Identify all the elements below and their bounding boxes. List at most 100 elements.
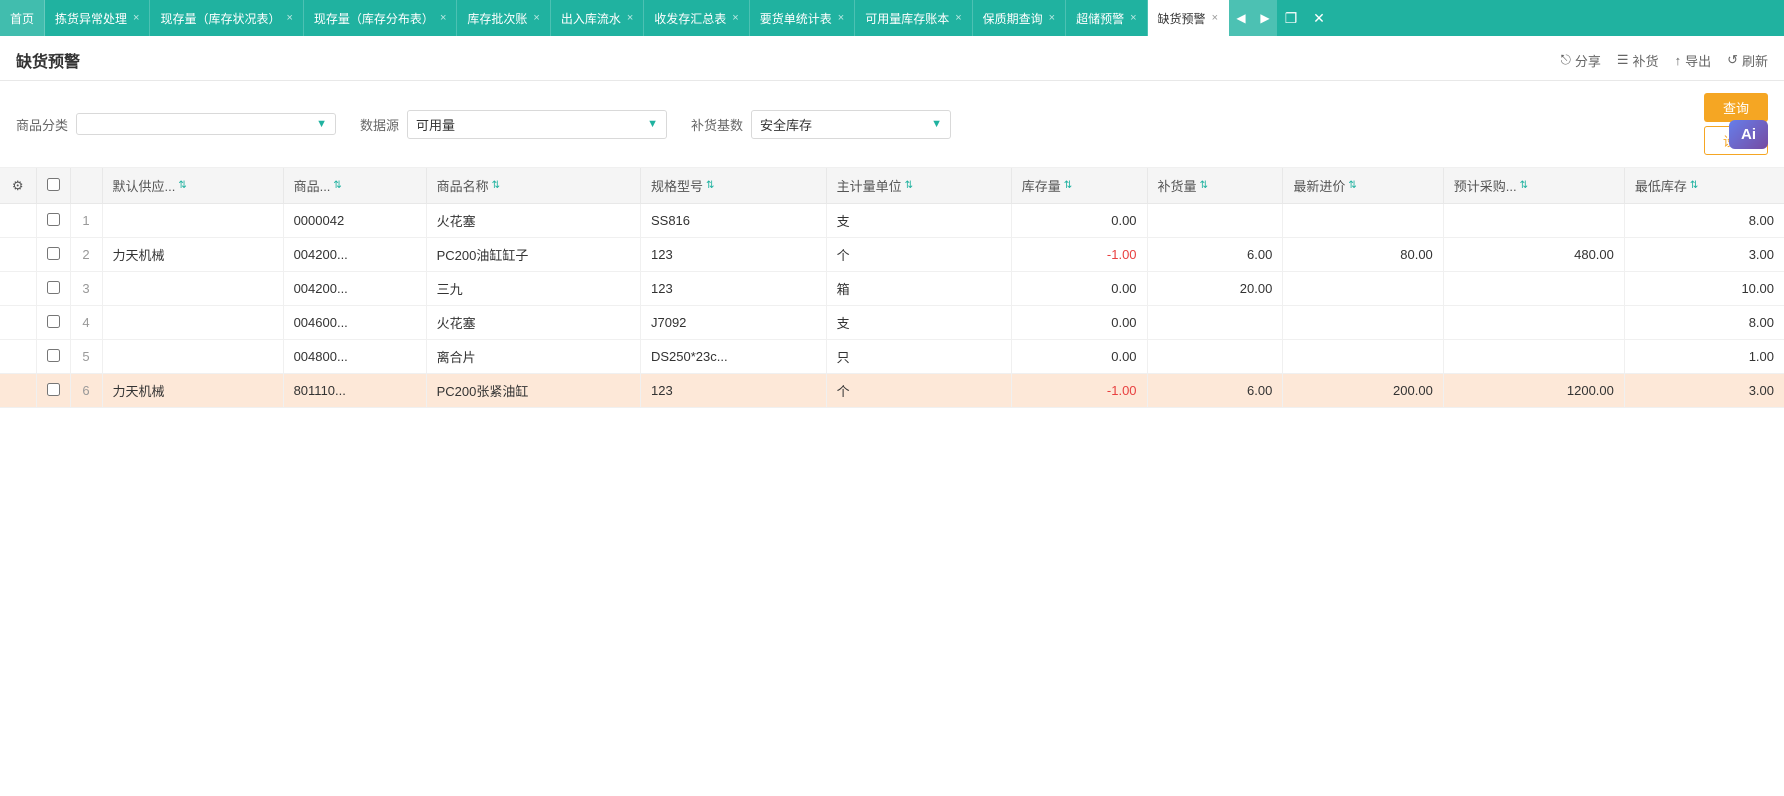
th-replenish[interactable]: 补货量 ⇅: [1147, 168, 1283, 204]
replenish-sort-icon: ⇅: [1200, 180, 1208, 191]
row-checkbox[interactable]: [47, 281, 60, 294]
row-min-stock: 10.00: [1624, 272, 1784, 306]
tab-abnormal-label: 拣货异常处理: [55, 10, 127, 27]
row-replenish: 20.00: [1147, 272, 1283, 306]
select-all-checkbox[interactable]: [47, 178, 60, 191]
refresh-action[interactable]: ↺ 刷新: [1727, 51, 1768, 70]
tab-batch-account[interactable]: 库存批次账 ×: [457, 0, 550, 36]
tab-inventory-status-close[interactable]: ×: [286, 12, 292, 24]
header-actions: ⎋ 分享 ☰ 补货 ↑ 导出 ↺ 刷新: [1561, 51, 1768, 70]
th-est-purchase-label: 预计采购...: [1454, 176, 1517, 195]
table-body: 1 0000042 火花塞 SS816 支 0.00 8.00 2 力天机械 0…: [0, 204, 1784, 408]
row-goods-code: 801110...: [283, 374, 426, 408]
th-spec[interactable]: 规格型号 ⇅: [640, 168, 826, 204]
th-gear[interactable]: ⚙: [0, 168, 36, 204]
replenish-icon: ☰: [1617, 52, 1629, 68]
tab-overstock-close[interactable]: ×: [1130, 12, 1136, 24]
tab-expiry[interactable]: 保质期查询 ×: [973, 0, 1066, 36]
row-supplier: [102, 204, 283, 238]
shortage-table: ⚙ 默认供应... ⇅ 商品...: [0, 168, 1784, 408]
replenish-basis-value: 安全库存: [760, 115, 931, 134]
tab-prev-button[interactable]: ◀: [1229, 0, 1253, 36]
replenish-basis-select[interactable]: 安全库存 ▼: [751, 110, 951, 139]
th-unit[interactable]: 主计量单位 ⇅: [826, 168, 1011, 204]
row-checkbox-cell[interactable]: [36, 374, 70, 408]
row-checkbox-cell[interactable]: [36, 272, 70, 306]
tab-abnormal-close[interactable]: ×: [133, 12, 139, 24]
th-goods-name[interactable]: 商品名称 ⇅: [426, 168, 640, 204]
tab-receive-summary[interactable]: 收发存汇总表 ×: [644, 0, 749, 36]
row-checkbox-cell[interactable]: [36, 238, 70, 272]
tab-avail-ledger-close[interactable]: ×: [955, 12, 961, 24]
tab-abnormal[interactable]: 拣货异常处理 ×: [45, 0, 150, 36]
tab-overstock[interactable]: 超储预警 ×: [1066, 0, 1147, 36]
tab-shortage-close[interactable]: ×: [1212, 12, 1218, 24]
row-unit: 个: [826, 238, 1011, 272]
tab-batch-account-close[interactable]: ×: [533, 12, 539, 24]
tab-req-stats[interactable]: 要货单统计表 ×: [750, 0, 855, 36]
row-checkbox[interactable]: [47, 315, 60, 328]
row-gear-cell: [0, 306, 36, 340]
row-spec: 123: [640, 238, 826, 272]
share-icon: ⎋: [1561, 52, 1571, 68]
row-checkbox-cell[interactable]: [36, 306, 70, 340]
tab-receive-summary-close[interactable]: ×: [732, 12, 738, 24]
row-goods-name: 火花塞: [426, 204, 640, 238]
share-action[interactable]: ⎋ 分享: [1561, 51, 1601, 70]
th-est-purchase[interactable]: 预计采购... ⇅: [1443, 168, 1624, 204]
category-select[interactable]: ▼: [76, 113, 336, 135]
th-latest-price[interactable]: 最新进价 ⇅: [1283, 168, 1443, 204]
export-action[interactable]: ↑ 导出: [1675, 51, 1712, 70]
min-stock-sort-icon: ⇅: [1690, 180, 1698, 191]
row-stock: 0.00: [1011, 272, 1147, 306]
tab-inout-flow-close[interactable]: ×: [627, 12, 633, 24]
th-spec-label: 规格型号: [651, 176, 703, 195]
row-stock: -1.00: [1011, 238, 1147, 272]
th-stock[interactable]: 库存量 ⇅: [1011, 168, 1147, 204]
row-checkbox-cell[interactable]: [36, 340, 70, 374]
th-supplier[interactable]: 默认供应... ⇅: [102, 168, 283, 204]
est-purchase-sort-icon: ⇅: [1520, 180, 1528, 191]
row-supplier: [102, 272, 283, 306]
tab-req-stats-close[interactable]: ×: [838, 12, 844, 24]
row-unit: 只: [826, 340, 1011, 374]
th-goods-code[interactable]: 商品... ⇅: [283, 168, 426, 204]
row-latest-price: [1283, 306, 1443, 340]
row-min-stock: 1.00: [1624, 340, 1784, 374]
row-goods-name: 离合片: [426, 340, 640, 374]
replenish-basis-arrow-icon: ▼: [931, 118, 942, 130]
tab-inventory-dist[interactable]: 现存量（库存分布表） ×: [304, 0, 457, 36]
tab-home[interactable]: 首页: [0, 0, 45, 36]
tab-shortage[interactable]: 缺货预警 ×: [1148, 0, 1229, 36]
row-checkbox[interactable]: [47, 383, 60, 396]
tab-inout-flow[interactable]: 出入库流水 ×: [551, 0, 644, 36]
row-checkbox[interactable]: [47, 349, 60, 362]
tab-next-button[interactable]: ▶: [1253, 0, 1277, 36]
replenish-action[interactable]: ☰ 补货: [1617, 51, 1659, 70]
row-checkbox-cell[interactable]: [36, 204, 70, 238]
tab-close-button[interactable]: ✕: [1305, 0, 1333, 36]
row-checkbox[interactable]: [47, 247, 60, 260]
ai-badge[interactable]: Ai: [1729, 120, 1768, 149]
query-button[interactable]: 查询: [1704, 93, 1768, 122]
row-est-purchase: [1443, 306, 1624, 340]
th-supplier-label: 默认供应...: [113, 176, 176, 195]
refresh-icon: ↺: [1727, 52, 1738, 68]
tab-restore-button[interactable]: ❐: [1277, 0, 1305, 36]
datasource-filter: 数据源 可用量 ▼: [360, 110, 667, 139]
tab-avail-ledger[interactable]: 可用量库存账本 ×: [855, 0, 972, 36]
tab-inventory-dist-close[interactable]: ×: [440, 12, 446, 24]
row-stock: -1.00: [1011, 374, 1147, 408]
tab-expiry-close[interactable]: ×: [1049, 12, 1055, 24]
th-checkbox[interactable]: [36, 168, 70, 204]
row-replenish: [1147, 204, 1283, 238]
export-icon: ↑: [1675, 53, 1682, 68]
tab-inventory-status[interactable]: 现存量（库存状况表） ×: [150, 0, 303, 36]
datasource-select[interactable]: 可用量 ▼: [407, 110, 667, 139]
th-min-stock[interactable]: 最低库存 ⇅: [1624, 168, 1784, 204]
tab-batch-account-label: 库存批次账: [467, 10, 527, 27]
row-gear-cell: [0, 340, 36, 374]
row-est-purchase: 1200.00: [1443, 374, 1624, 408]
row-number: 3: [70, 272, 102, 306]
row-checkbox[interactable]: [47, 213, 60, 226]
